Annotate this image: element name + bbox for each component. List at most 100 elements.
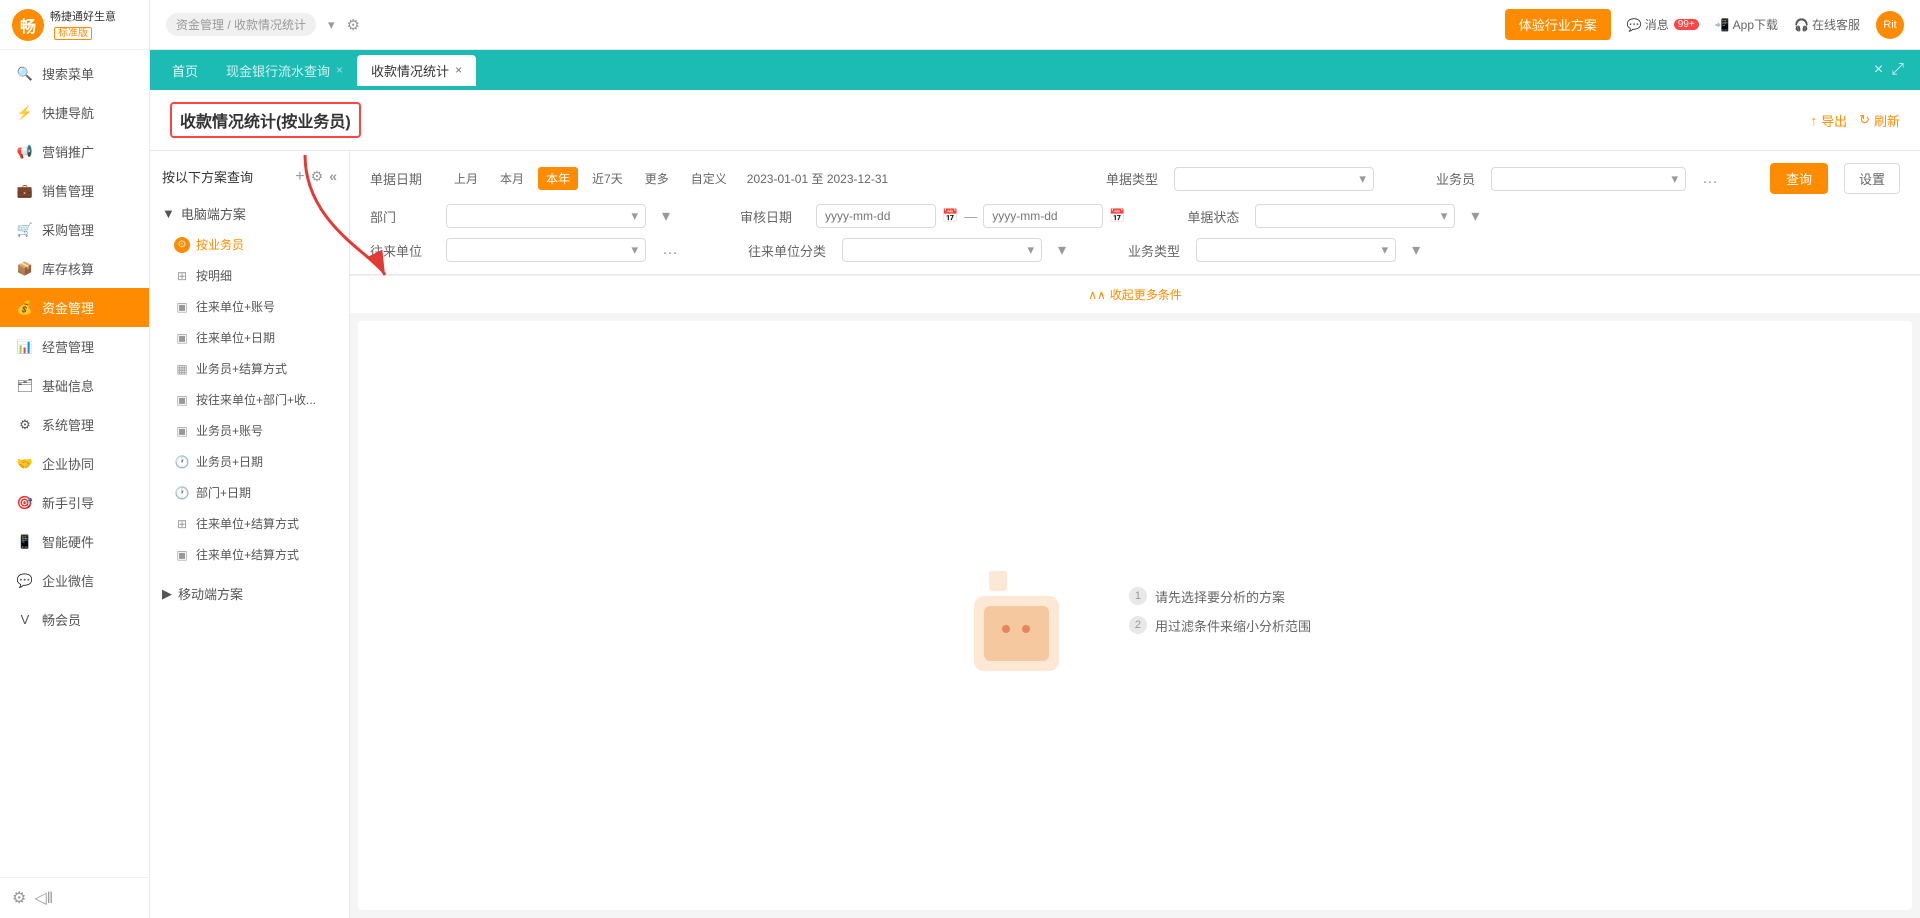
panel-header: 按以下方案查询 + ⚙ « (150, 159, 349, 194)
scheme-item-salesman-date[interactable]: 🕐 业务员+日期 (150, 446, 349, 477)
header-left: 资金管理 / 收款情况统计 ▾ ⚙ (166, 13, 360, 36)
dept-input[interactable] (446, 204, 646, 228)
from-unit-input[interactable] (446, 238, 646, 262)
user-avatar[interactable]: Rit (1876, 11, 1904, 39)
message-icon: 💬 (1627, 18, 1642, 32)
calendar-start-icon[interactable]: 📅 (942, 208, 958, 224)
tab-bank-close[interactable]: × (336, 63, 343, 77)
sidebar-item-label: 基础信息 (42, 376, 94, 395)
doc-status-dropdown-icon[interactable]: ▾ (1471, 206, 1479, 226)
filter-area: 单据日期 上月 本月 本年 近7天 更多 自定义 2023-01-01 至 20… (350, 151, 1920, 275)
tab-receipts[interactable]: 收款情况统计 × (357, 55, 476, 86)
doc-type-select[interactable] (1174, 167, 1374, 191)
scheme-item-salesman[interactable]: ⊙ 按业务员 (150, 229, 349, 260)
sidebar-item-guide[interactable]: 🎯 新手引导 (0, 483, 149, 522)
salesman-more-icon[interactable]: … (1702, 170, 1718, 188)
tab-home[interactable]: 首页 (158, 55, 212, 86)
salesman-payment-icon: ▦ (174, 361, 190, 377)
sidebar-item-enterprise[interactable]: 🤝 企业协同 (0, 444, 149, 483)
collapse-sidebar-btn[interactable]: ◁‖ (34, 888, 53, 908)
pc-section-title[interactable]: ▼ 电脑端方案 (150, 198, 349, 229)
biz-type-dropdown-icon[interactable]: ▾ (1412, 240, 1420, 260)
salesman-input[interactable] (1491, 167, 1686, 191)
online-service-label: 在线客服 (1812, 16, 1860, 33)
scheme-gear-icon[interactable]: ⚙ (311, 168, 324, 186)
trial-button[interactable]: 体验行业方案 (1505, 9, 1611, 40)
scheme-item-dept-date[interactable]: 🕐 部门+日期 (150, 477, 349, 508)
review-date-start[interactable] (816, 204, 936, 228)
settings-btn[interactable]: ⚙ (12, 888, 26, 908)
mobile-expand-icon: ▶ (162, 586, 172, 602)
sidebar-item-marketing[interactable]: 📢 营销推广 (0, 132, 149, 171)
review-date-end[interactable] (983, 204, 1103, 228)
date-tab-more[interactable]: 更多 (637, 167, 677, 190)
app-download-area[interactable]: 📲 App下载 (1715, 16, 1778, 33)
export-icon: ↑ (1811, 113, 1818, 128)
scheme-item-salesman-payment[interactable]: ▦ 业务员+结算方式 (150, 353, 349, 384)
salesman-select-wrapper (1491, 167, 1686, 191)
maximize-window-icon[interactable]: ⤢ (1891, 61, 1904, 79)
from-unit-class-dropdown-icon[interactable]: ▾ (1058, 240, 1066, 260)
sidebar-item-finance[interactable]: 💰 资金管理 (0, 288, 149, 327)
collapse-up-icon: ∧∧ (1088, 288, 1106, 302)
date-tab-thisyear[interactable]: 本年 (538, 167, 578, 190)
sidebar-item-wechat[interactable]: 💬 企业微信 (0, 561, 149, 600)
calendar-end-icon[interactable]: 📅 (1109, 208, 1125, 224)
empty-area: 1 请先选择要分析的方案 2 用过滤条件来缩小分析范围 (358, 321, 1912, 910)
from-unit-class-select-wrapper (842, 238, 1042, 262)
sidebar-item-basic[interactable]: 🗂 基础信息 (0, 366, 149, 405)
scheme-item-unit-dept[interactable]: ▣ 按往来单位+部门+收... (150, 384, 349, 415)
scheme-label: 往来单位+结算方式 (196, 515, 299, 532)
export-button[interactable]: ↑ 导出 (1811, 111, 1848, 130)
doc-status-input[interactable] (1255, 204, 1455, 228)
date-tab-thismonth[interactable]: 本月 (492, 167, 532, 190)
tab-receipts-close[interactable]: × (455, 63, 462, 77)
collapse-panel-icon[interactable]: « (329, 168, 337, 186)
vip-icon: V (16, 611, 34, 629)
date-tab-7days[interactable]: 近7天 (584, 167, 631, 190)
scheme-item-unit-settlement1[interactable]: ⊞ 往来单位+结算方式 (150, 508, 349, 539)
online-service-area[interactable]: 🎧 在线客服 (1794, 16, 1860, 33)
tab-bank[interactable]: 现金银行流水查询 × (212, 55, 357, 86)
add-scheme-icon[interactable]: + (295, 168, 304, 186)
gear-header-icon[interactable]: ⚙ (347, 16, 360, 34)
sidebar-item-hardware[interactable]: 📱 智能硬件 (0, 522, 149, 561)
sidebar-item-system[interactable]: ⚙ 系统管理 (0, 405, 149, 444)
refresh-button[interactable]: ↻ 刷新 (1859, 111, 1900, 130)
unit-date-icon: ▣ (174, 330, 190, 346)
mobile-section-title[interactable]: ▶ 移动端方案 (150, 578, 349, 609)
sidebar-item-sales[interactable]: 💼 销售管理 (0, 171, 149, 210)
step-2-text: 用过滤条件来缩小分析范围 (1155, 616, 1311, 635)
date-tab-custom[interactable]: 自定义 (683, 167, 735, 190)
message-label: 消息 (1645, 16, 1669, 33)
message-area[interactable]: 💬 消息 99+ (1627, 16, 1699, 33)
scheme-label: 业务员+账号 (196, 422, 263, 439)
collapse-bar[interactable]: ∧∧ 收起更多条件 (350, 275, 1920, 313)
sidebar-item-operation[interactable]: 📊 经营管理 (0, 327, 149, 366)
date-tab-lastmonth[interactable]: 上月 (446, 167, 486, 190)
close-window-icon[interactable]: × (1874, 61, 1883, 79)
biz-type-select-wrapper (1196, 238, 1396, 262)
sidebar-item-quicknav[interactable]: ⚡ 快捷导航 (0, 93, 149, 132)
dropdown-icon[interactable]: ▾ (328, 17, 335, 33)
from-unit-more-icon[interactable]: … (662, 241, 678, 259)
sidebar-logo: 畅 畅捷通好生意 标准版 (0, 0, 149, 50)
sidebar-item-search[interactable]: 🔍 搜索菜单 (0, 54, 149, 93)
detail-icon: ⊞ (174, 268, 190, 284)
scheme-label: 业务员+日期 (196, 453, 263, 470)
sidebar-item-inventory[interactable]: 📦 库存核算 (0, 249, 149, 288)
sidebar-item-vip[interactable]: V 畅会员 (0, 600, 149, 639)
scheme-item-detail[interactable]: ⊞ 按明细 (150, 260, 349, 291)
sidebar-item-purchase[interactable]: 🛒 采购管理 (0, 210, 149, 249)
scheme-item-unit-settlement2[interactable]: ▣ 往来单位+结算方式 (150, 539, 349, 570)
wechat-icon: 💬 (16, 572, 34, 590)
robot-face (984, 606, 1049, 661)
biz-type-input[interactable] (1196, 238, 1396, 262)
query-button[interactable]: 查询 (1770, 163, 1828, 194)
scheme-item-unit-date[interactable]: ▣ 往来单位+日期 (150, 322, 349, 353)
setting-button[interactable]: 设置 (1844, 163, 1900, 194)
scheme-item-unit-account[interactable]: ▣ 往来单位+账号 (150, 291, 349, 322)
dept-dropdown-icon[interactable]: ▾ (662, 206, 670, 226)
scheme-item-salesman-account[interactable]: ▣ 业务员+账号 (150, 415, 349, 446)
from-unit-class-input[interactable] (842, 238, 1042, 262)
